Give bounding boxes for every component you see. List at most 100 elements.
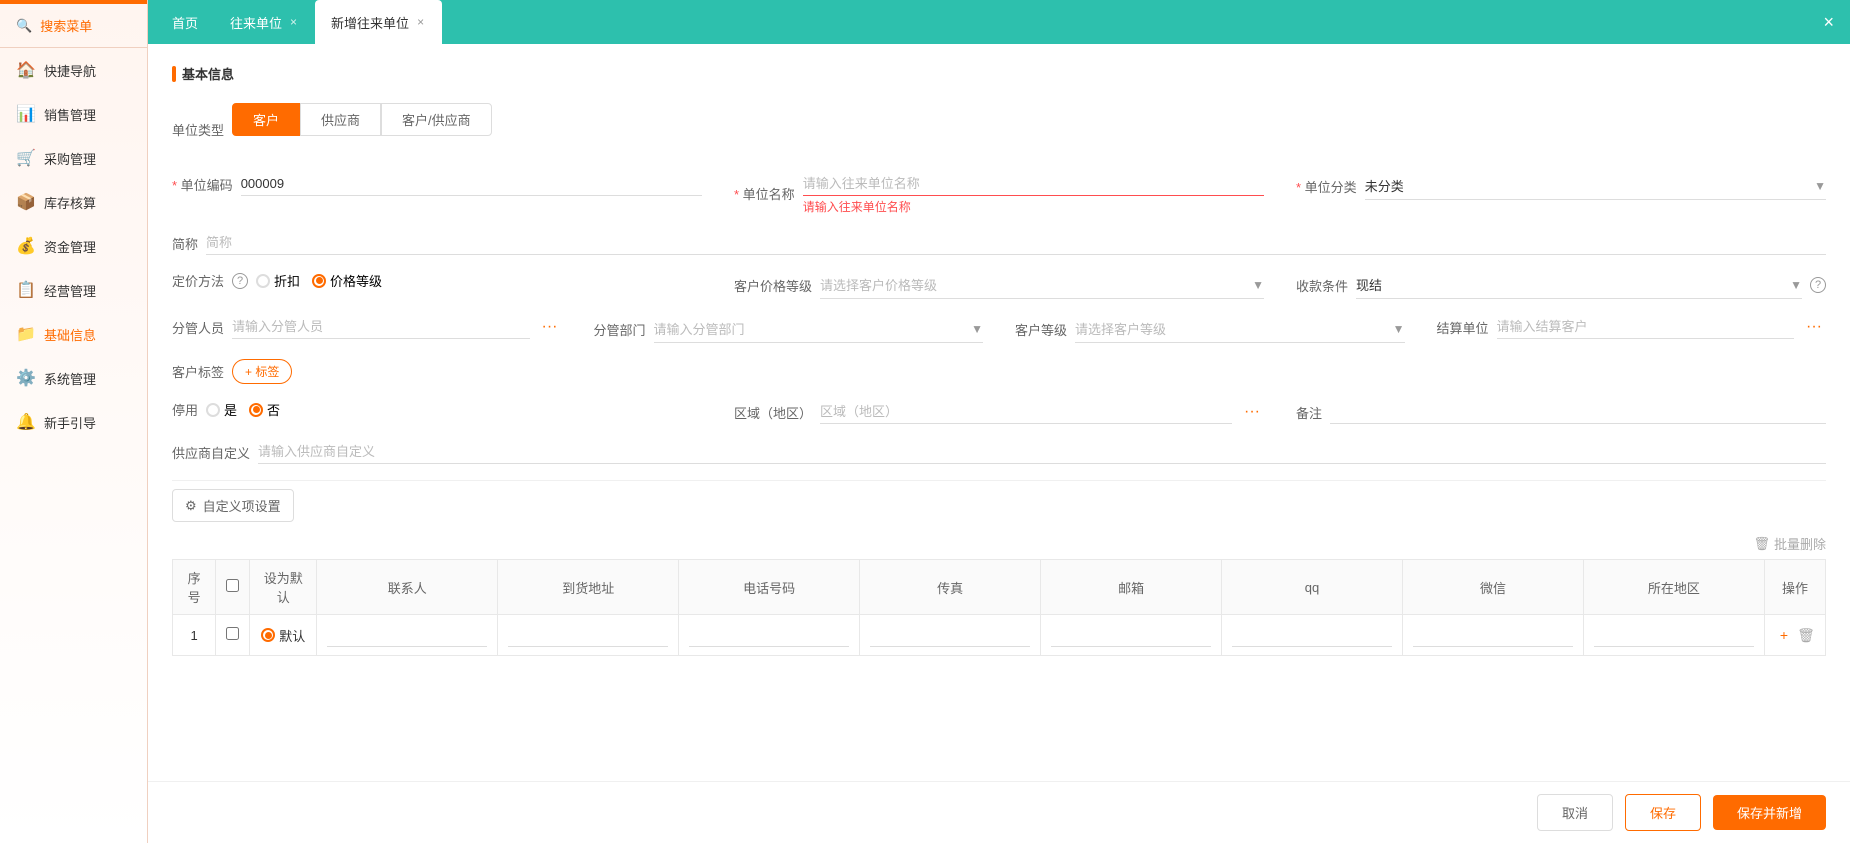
pricing-method-label: 定价方法 bbox=[172, 271, 224, 290]
type-btn-customer[interactable]: 客户 bbox=[232, 103, 300, 136]
unit-name-field: 单位名称 请输入往来单位名称 bbox=[734, 172, 1264, 215]
radio-yes-circle bbox=[206, 403, 220, 417]
radio-yes[interactable]: 是 bbox=[206, 400, 237, 419]
sidebar-item-quick-nav[interactable]: 🏠 快捷导航 bbox=[0, 48, 147, 92]
settlement-unit-input[interactable] bbox=[1497, 315, 1795, 339]
region-input[interactable] bbox=[820, 400, 1232, 424]
finance-icon: 💰 bbox=[16, 236, 36, 256]
td-contact bbox=[317, 615, 498, 656]
form-footer: 取消 保存 保存并新增 bbox=[148, 781, 1850, 843]
pricing-method-help-icon[interactable]: ? bbox=[232, 273, 248, 289]
sidebar-item-label: 经营管理 bbox=[44, 281, 96, 300]
wechat-input[interactable] bbox=[1413, 623, 1573, 647]
main-area: 首页 往来单位 × 新增往来单位 × × 基本信息 单位类型 客户 供应商 客户… bbox=[148, 0, 1850, 843]
row-checkbox[interactable] bbox=[226, 627, 239, 640]
td-qq bbox=[1222, 615, 1403, 656]
settlement-unit-more-btn[interactable]: ··· bbox=[1802, 318, 1826, 336]
short-name-input[interactable] bbox=[206, 231, 1826, 255]
supplier-custom-input[interactable] bbox=[258, 440, 1826, 464]
tab-new-partner[interactable]: 新增往来单位 × bbox=[315, 0, 442, 44]
section-title-icon bbox=[172, 66, 176, 82]
table-select-all[interactable] bbox=[226, 579, 239, 592]
add-row-icon[interactable]: + bbox=[1775, 626, 1793, 644]
sidebar-item-inventory[interactable]: 📦 库存核算 bbox=[0, 180, 147, 224]
add-tag-button[interactable]: + 标签 bbox=[232, 359, 292, 384]
radio-yes-label: 是 bbox=[224, 400, 237, 419]
remark-input[interactable] bbox=[1330, 400, 1826, 424]
type-btn-supplier[interactable]: 供应商 bbox=[300, 103, 381, 136]
address-input[interactable] bbox=[508, 623, 668, 647]
customer-level-label: 客户等级 bbox=[1015, 320, 1067, 339]
customer-level-field: 客户等级 请选择客户等级 ▼ bbox=[1015, 315, 1405, 343]
unit-name-input-wrapper: 请输入往来单位名称 bbox=[803, 172, 1264, 215]
customer-price-level-select[interactable]: 请选择客户价格等级 ▼ bbox=[820, 271, 1264, 299]
radio-no[interactable]: 否 bbox=[249, 400, 280, 419]
phone-input[interactable] bbox=[689, 623, 849, 647]
fax-input[interactable] bbox=[870, 623, 1030, 647]
department-placeholder: 请输入分管部门 bbox=[654, 319, 968, 338]
delete-row-icon[interactable]: 🗑 bbox=[1797, 626, 1815, 644]
tab-home[interactable]: 首页 bbox=[156, 0, 214, 44]
unit-code-input[interactable] bbox=[241, 172, 702, 196]
th-qq: qq bbox=[1222, 560, 1403, 615]
manager-input[interactable] bbox=[232, 315, 530, 339]
region-more-btn[interactable]: ··· bbox=[1240, 403, 1264, 421]
th-phone: 电话号码 bbox=[679, 560, 860, 615]
save-new-button[interactable]: 保存并新增 bbox=[1713, 795, 1826, 830]
contact-table: 序号 设为默认 联系人 到货地址 电话号码 传真 邮箱 qq 微信 所在地区 操… bbox=[172, 559, 1826, 656]
qq-input[interactable] bbox=[1232, 623, 1392, 647]
system-icon: ⚙️ bbox=[16, 368, 36, 388]
sidebar-item-system[interactable]: ⚙️ 系统管理 bbox=[0, 356, 147, 400]
region-table-input[interactable] bbox=[1594, 623, 1754, 647]
payment-terms-select[interactable]: 现结 ▼ bbox=[1356, 271, 1802, 299]
sidebar-item-purchase[interactable]: 🛒 采购管理 bbox=[0, 136, 147, 180]
td-phone bbox=[679, 615, 860, 656]
sidebar-item-operations[interactable]: 📋 经营管理 bbox=[0, 268, 147, 312]
customer-level-select[interactable]: 请选择客户等级 ▼ bbox=[1075, 315, 1404, 343]
short-name-field: 简称 bbox=[172, 231, 1826, 255]
sidebar-item-finance[interactable]: 💰 资金管理 bbox=[0, 224, 147, 268]
sidebar-item-label: 快捷导航 bbox=[44, 61, 96, 80]
email-input[interactable] bbox=[1051, 623, 1211, 647]
row-action-icons: + 🗑 bbox=[1775, 626, 1815, 644]
sidebar-item-sales[interactable]: 📊 销售管理 bbox=[0, 92, 147, 136]
radio-discount[interactable]: 折扣 bbox=[256, 271, 300, 290]
radio-price-level-circle bbox=[312, 274, 326, 288]
gear-icon: ⚙ bbox=[185, 498, 197, 514]
batch-delete-icon: 🗑 bbox=[1753, 536, 1770, 552]
unit-category-chevron: ▼ bbox=[1814, 179, 1826, 193]
operations-icon: 📋 bbox=[16, 280, 36, 300]
tab-partners[interactable]: 往来单位 × bbox=[214, 0, 315, 44]
save-button[interactable]: 保存 bbox=[1625, 794, 1701, 831]
radio-price-level[interactable]: 价格等级 bbox=[312, 271, 382, 290]
manager-more-btn[interactable]: ··· bbox=[538, 318, 562, 336]
sidebar-item-basic-info[interactable]: 📁 基础信息 bbox=[0, 312, 147, 356]
department-chevron: ▼ bbox=[971, 322, 983, 336]
cancel-button[interactable]: 取消 bbox=[1537, 794, 1613, 831]
unit-type-field: 单位类型 客户 供应商 客户/供应商 bbox=[172, 103, 1826, 156]
tab-bar-close-all[interactable]: × bbox=[1815, 12, 1842, 33]
unit-category-select[interactable]: 未分类 ▼ bbox=[1365, 172, 1826, 200]
tab-new-partner-close[interactable]: × bbox=[415, 13, 426, 31]
custom-settings-button[interactable]: ⚙ 自定义项设置 bbox=[172, 489, 294, 522]
payment-terms-help-icon[interactable]: ? bbox=[1810, 277, 1826, 293]
customer-tag-field: 客户标签 + 标签 bbox=[172, 359, 1826, 384]
form-content: 基本信息 单位类型 客户 供应商 客户/供应商 单位编码 单位名称 bbox=[148, 44, 1850, 781]
tab-partners-close[interactable]: × bbox=[288, 13, 299, 31]
unit-type-row: 单位类型 客户 供应商 客户/供应商 bbox=[172, 103, 1826, 156]
unit-name-input[interactable] bbox=[803, 172, 1264, 196]
contact-input[interactable] bbox=[327, 623, 487, 647]
tab-bar: 首页 往来单位 × 新增往来单位 × × bbox=[148, 0, 1850, 44]
supplier-custom-label: 供应商自定义 bbox=[172, 443, 250, 462]
radio-no-label: 否 bbox=[267, 400, 280, 419]
td-fax bbox=[860, 615, 1041, 656]
search-menu-item[interactable]: 🔍 搜索菜单 bbox=[0, 4, 147, 48]
sidebar-item-guide[interactable]: 🔔 新手引导 bbox=[0, 400, 147, 444]
department-select[interactable]: 请输入分管部门 ▼ bbox=[654, 315, 983, 343]
type-buttons-group: 客户 供应商 客户/供应商 bbox=[232, 103, 492, 136]
type-btn-both[interactable]: 客户/供应商 bbox=[381, 103, 492, 136]
td-checkbox bbox=[216, 615, 250, 656]
batch-delete-button[interactable]: 🗑 批量删除 bbox=[1753, 534, 1826, 553]
default-radio[interactable]: 默认 bbox=[260, 626, 306, 645]
payment-terms-chevron: ▼ bbox=[1790, 278, 1802, 292]
